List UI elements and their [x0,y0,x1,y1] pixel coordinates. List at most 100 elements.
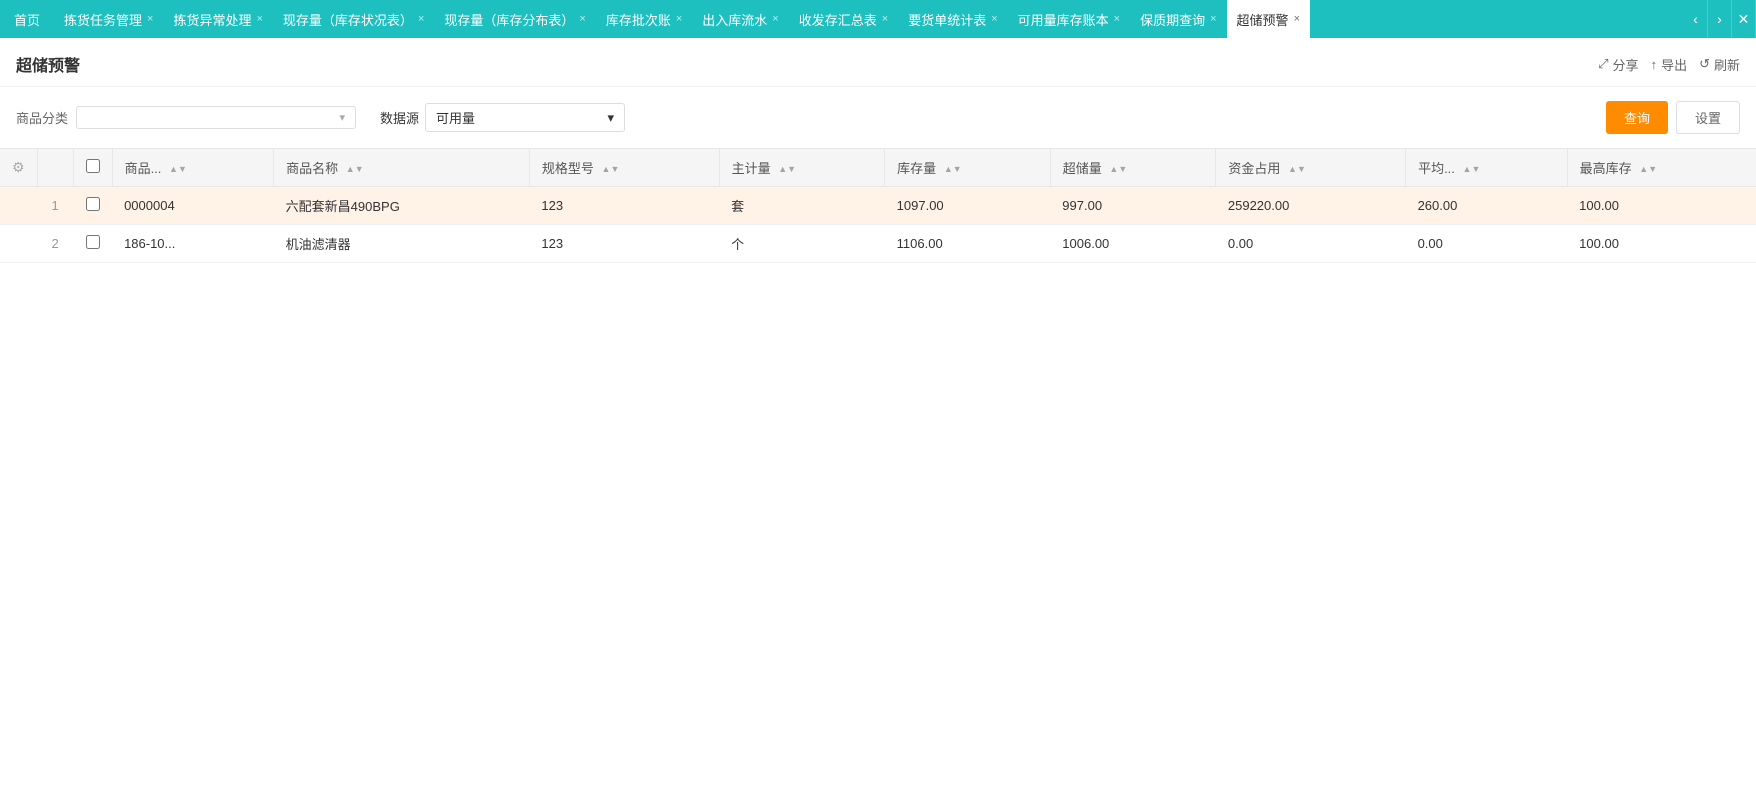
filter-row: 商品分类 ▾ 数据源 可用量 ▾ 查询 设置 [0,87,1756,148]
row-checkbox-cell[interactable] [73,225,112,263]
th-max-stock[interactable]: 最高库存 ▲▼ [1567,149,1756,187]
nav-home[interactable]: 首页 [0,10,54,29]
datasource-value: 可用量 [436,108,475,127]
nav-tab-7[interactable]: 收发存汇总表 × [789,0,898,38]
row-stock: 1097.00 [885,187,1051,225]
row-gear-cell [0,187,37,225]
share-icon: ⤢ [1598,56,1608,72]
nav-tab-2[interactable]: 拣货异常处理 × [163,0,272,38]
nav-tab-3-label: 现存量（库存状况表） [283,10,413,29]
nav-tab-6-close[interactable]: × [772,13,778,25]
row-num: 1 [37,187,73,225]
table-body: 1 0000004 六配套新昌490BPG 123 套 1097.00 997.… [0,187,1756,263]
th-capital[interactable]: 资金占用 ▲▼ [1216,149,1406,187]
nav-tab-8-label: 要货单统计表 [908,10,986,29]
row-overstock: 997.00 [1050,187,1216,225]
table-row: 2 186-10... 机油滤清器 123 个 1106.00 1006.00 … [0,225,1756,263]
nav-tab-11[interactable]: 超储预警 × [1227,0,1310,38]
sort-icon-capital: ▲▼ [1288,165,1306,174]
nav-arrow-right[interactable]: › [1708,0,1732,38]
header-actions: ⤢ 分享 ↑ 导出 ↺ 刷新 [1598,55,1740,74]
top-nav: 首页 拣货任务管理 × 拣货异常处理 × 现存量（库存状况表） × 现存量（库存… [0,0,1756,38]
nav-tab-10-close[interactable]: × [1210,13,1216,25]
row-capital: 259220.00 [1216,187,1406,225]
refresh-button[interactable]: ↺ 刷新 [1699,55,1740,74]
row-avg: 260.00 [1406,187,1568,225]
th-unit[interactable]: 主计量 ▲▼ [719,149,885,187]
row-overstock: 1006.00 [1050,225,1216,263]
th-stock-label: 库存量 [897,161,936,176]
nav-tab-6-label: 出入库流水 [702,10,767,29]
th-avg[interactable]: 平均... ▲▼ [1406,149,1568,187]
nav-tab-6[interactable]: 出入库流水 × [692,0,788,38]
nav-tab-4-label: 现存量（库存分布表） [444,10,574,29]
row-max-stock: 100.00 [1567,187,1756,225]
row-checkbox[interactable] [86,197,100,211]
share-button[interactable]: ⤢ 分享 [1598,55,1638,74]
th-stock[interactable]: 库存量 ▲▼ [885,149,1051,187]
nav-tab-10[interactable]: 保质期查询 × [1130,0,1226,38]
table-container: ⚙ 商品... ▲▼ 商品名称 ▲▼ 规格型号 [0,148,1756,263]
category-select[interactable]: ▾ [76,106,356,129]
th-product-name[interactable]: 商品名称 ▲▼ [274,149,530,187]
row-checkbox[interactable] [86,235,100,249]
refresh-icon: ↺ [1699,56,1710,72]
query-button[interactable]: 查询 [1606,101,1668,134]
th-spec-label: 规格型号 [542,161,594,176]
row-product-name: 机油滤清器 [274,225,530,263]
data-table: ⚙ 商品... ▲▼ 商品名称 ▲▼ 规格型号 [0,148,1756,263]
row-unit: 个 [719,225,885,263]
gear-icon[interactable]: ⚙ [12,159,25,175]
th-check[interactable] [73,149,112,187]
nav-tab-2-close[interactable]: × [256,13,262,25]
table-row: 1 0000004 六配套新昌490BPG 123 套 1097.00 997.… [0,187,1756,225]
nav-tab-9-label: 可用量库存账本 [1018,10,1109,29]
nav-tab-8[interactable]: 要货单统计表 × [898,0,1007,38]
nav-tab-1-label: 拣货任务管理 [64,10,142,29]
nav-tab-9[interactable]: 可用量库存账本 × [1008,0,1130,38]
nav-tab-1[interactable]: 拣货任务管理 × [54,0,163,38]
row-product-code: 186-10... [112,225,274,263]
nav-tab-3-close[interactable]: × [418,13,424,25]
nav-tab-9-close[interactable]: × [1114,13,1120,25]
row-product-code: 0000004 [112,187,274,225]
th-overstock-label: 超储量 [1063,161,1102,176]
setting-button[interactable]: 设置 [1676,101,1740,134]
nav-tab-5[interactable]: 库存批次账 × [596,0,692,38]
nav-tab-11-label: 超储预警 [1237,10,1289,29]
row-checkbox-cell[interactable] [73,187,112,225]
nav-tab-10-label: 保质期查询 [1140,10,1205,29]
row-gear-cell [0,225,37,263]
nav-tab-2-label: 拣货异常处理 [173,10,251,29]
sort-icon-product-name: ▲▼ [346,165,364,174]
th-overstock[interactable]: 超储量 ▲▼ [1050,149,1216,187]
nav-tab-11-close[interactable]: × [1294,13,1300,25]
nav-tab-5-close[interactable]: × [676,13,682,25]
share-label: 分享 [1613,55,1639,74]
th-gear[interactable]: ⚙ [0,149,37,187]
nav-tab-1-close[interactable]: × [147,13,153,25]
datasource-select[interactable]: 可用量 ▾ [425,103,625,132]
nav-tab-3[interactable]: 现存量（库存状况表） × [273,0,434,38]
select-all-checkbox[interactable] [86,159,100,173]
th-avg-label: 平均... [1418,161,1455,176]
export-button[interactable]: ↑ 导出 [1651,55,1688,74]
th-unit-label: 主计量 [732,161,771,176]
nav-tab-4-close[interactable]: × [579,13,585,25]
nav-arrow-more[interactable]: ✕ [1732,0,1756,38]
sort-icon-avg: ▲▼ [1463,165,1481,174]
nav-tab-8-close[interactable]: × [991,13,997,25]
nav-tab-7-label: 收发存汇总表 [799,10,877,29]
nav-tab-4[interactable]: 现存量（库存分布表） × [434,0,595,38]
nav-tab-7-close[interactable]: × [882,13,888,25]
filter-buttons: 查询 设置 [1606,101,1740,134]
row-stock: 1106.00 [885,225,1051,263]
sort-icon-max-stock: ▲▼ [1639,165,1657,174]
nav-tab-5-label: 库存批次账 [606,10,671,29]
th-product-code[interactable]: 商品... ▲▼ [112,149,274,187]
th-spec[interactable]: 规格型号 ▲▼ [529,149,719,187]
nav-arrow-left[interactable]: ‹ [1684,0,1708,38]
sort-icon-product-code: ▲▼ [169,165,187,174]
datasource-chevron-down-icon: ▾ [608,110,615,126]
sort-icon-spec: ▲▼ [602,165,620,174]
